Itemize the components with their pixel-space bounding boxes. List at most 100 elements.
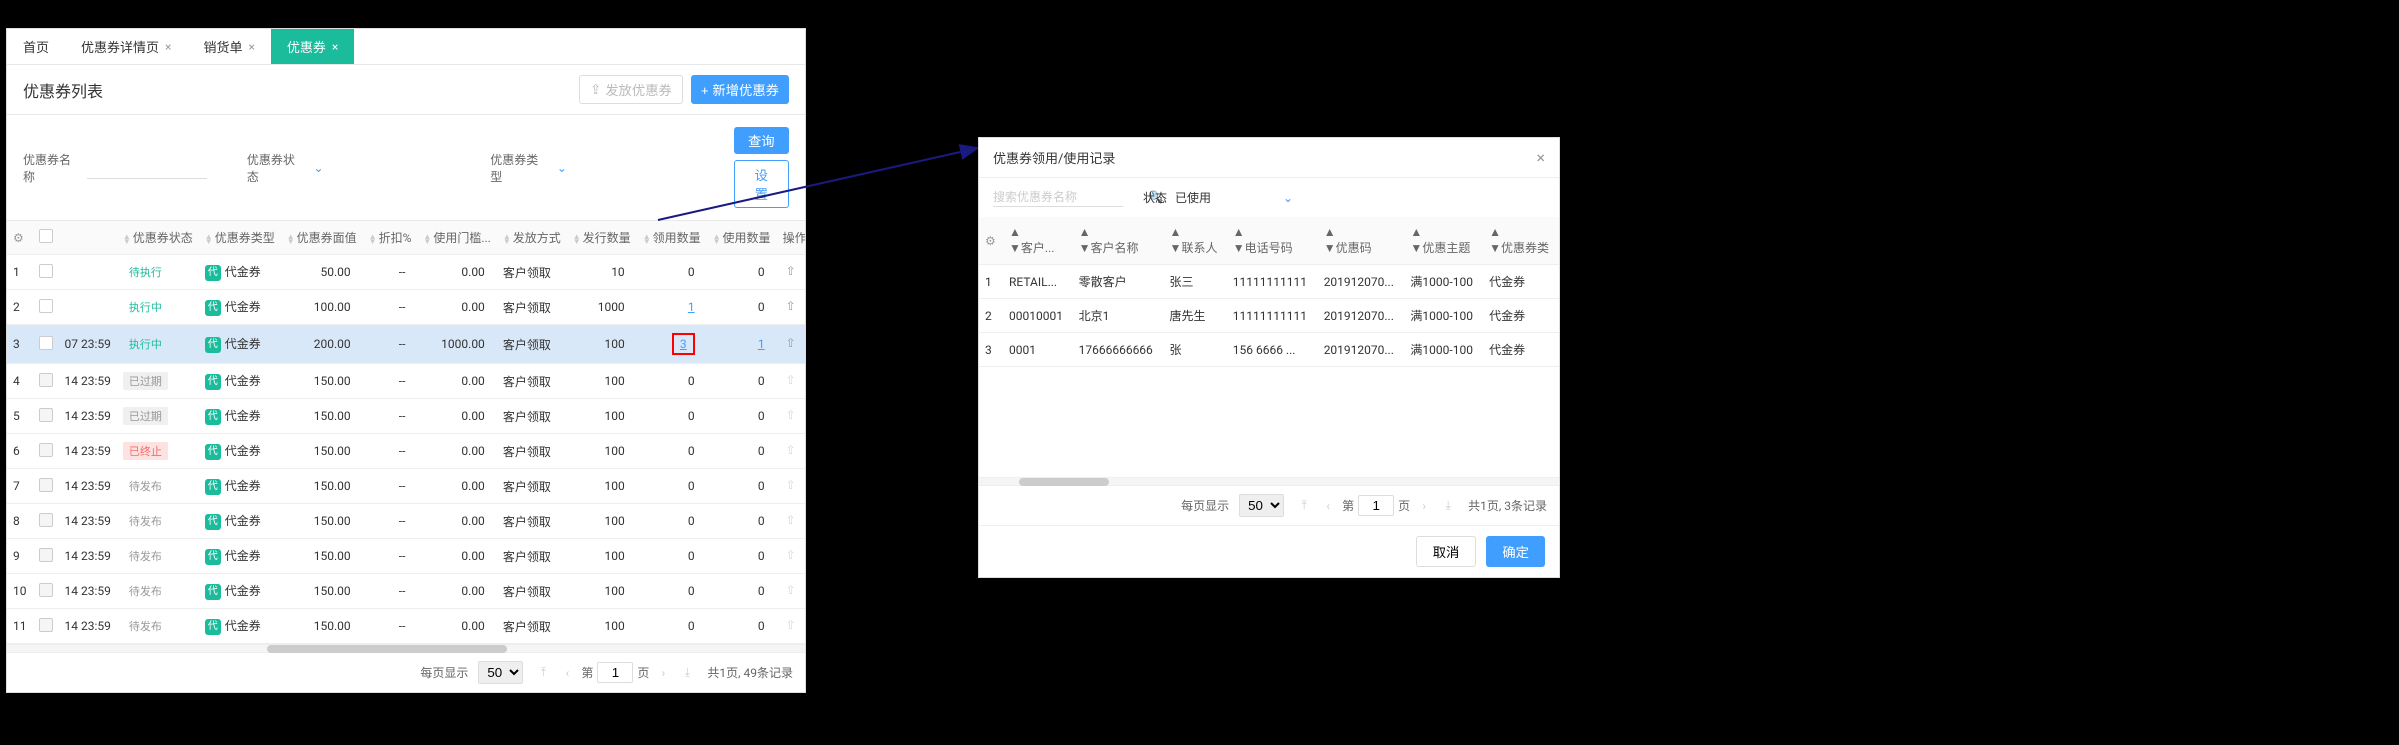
prev-page-button[interactable]: ‹ — [1318, 496, 1338, 516]
cell-type: 代代金券 — [199, 325, 281, 364]
table-row[interactable]: 8 14 23:59 待发布 代代金券 150.00 -- 0.00 客户领取 … — [7, 504, 805, 539]
row-checkbox[interactable] — [39, 299, 53, 313]
col-used[interactable]: ▲▼使用数量 — [707, 221, 777, 255]
col-coupon-code[interactable]: ▲▼优惠码 — [1318, 217, 1405, 265]
prev-page-button[interactable]: ‹ — [557, 663, 577, 683]
per-page-select[interactable]: 50 — [478, 661, 523, 684]
cell-checkbox — [33, 364, 59, 399]
col-threshold[interactable]: ▲▼使用门槛... — [417, 221, 496, 255]
table-row[interactable]: 3 0001 17666666666 张 156 6666 ... 201912… — [979, 333, 1559, 367]
col-customer-name[interactable]: ▲▼客户名称 — [1073, 217, 1164, 265]
coupon-name-input[interactable] — [87, 156, 207, 179]
close-icon[interactable]: × — [165, 40, 171, 54]
share-action-icon[interactable]: ⇧ — [786, 299, 802, 315]
table-row[interactable]: 2 00010001 北京1 唐先生 11111111111 201912070… — [979, 299, 1559, 333]
table-row[interactable]: 10 14 23:59 待发布 代代金券 150.00 -- 0.00 客户领取… — [7, 574, 805, 609]
table-row[interactable]: 1 RETAIL... 零散客户 张三 11111111111 20191207… — [979, 265, 1559, 299]
row-checkbox[interactable] — [39, 548, 53, 562]
chevron-down-icon[interactable]: ⌄ — [1283, 191, 1293, 205]
search-button[interactable]: 查询 — [734, 127, 789, 154]
row-checkbox[interactable] — [39, 264, 53, 278]
col-label: 客户名称 — [1091, 241, 1139, 255]
row-checkbox[interactable] — [39, 443, 53, 457]
first-page-button[interactable]: ⤒ — [533, 663, 553, 683]
col-received[interactable]: ▲▼领用数量 — [637, 221, 707, 255]
col-status[interactable]: ▲▼优惠券状态 — [117, 221, 199, 255]
share-action-icon[interactable]: ⇧ — [786, 264, 802, 280]
share-action-icon: ⇧ — [786, 478, 802, 494]
col-discount[interactable]: ▲▼折扣% — [363, 221, 418, 255]
col-gear[interactable]: ⚙ — [7, 221, 33, 255]
coupon-type-select[interactable]: ⌄ — [557, 157, 694, 179]
col-theme[interactable]: ▲▼优惠主题 — [1404, 217, 1483, 265]
col-phone[interactable]: ▲▼电话号码 — [1227, 217, 1318, 265]
col-time[interactable] — [59, 221, 117, 255]
row-checkbox[interactable] — [39, 583, 53, 597]
received-count-link[interactable]: 1 — [688, 300, 695, 314]
last-page-button[interactable]: ⤓ — [1438, 496, 1458, 516]
col-issue[interactable]: ▲▼发行数量 — [567, 221, 637, 255]
row-checkbox[interactable] — [39, 336, 53, 350]
table-row[interactable]: 6 14 23:59 已终止 代代金券 150.00 -- 0.00 客户领取 … — [7, 434, 805, 469]
row-checkbox[interactable] — [39, 478, 53, 492]
page-number-input[interactable] — [1358, 495, 1394, 516]
col-customer-code[interactable]: ▲▼客户... — [1003, 217, 1073, 265]
row-checkbox[interactable] — [39, 618, 53, 632]
table-row[interactable]: 7 14 23:59 待发布 代代金券 150.00 -- 0.00 客户领取 … — [7, 469, 805, 504]
table-row[interactable]: 5 14 23:59 已过期 代代金券 150.00 -- 0.00 客户领取 … — [7, 399, 805, 434]
col-face-value[interactable]: ▲▼优惠券面值 — [281, 221, 363, 255]
cell-discount: -- — [363, 609, 418, 644]
voucher-icon: 代 — [205, 549, 221, 565]
table-row[interactable]: 2 执行中 代代金券 100.00 -- 0.00 客户领取 1000 1 0 … — [7, 290, 805, 325]
cell-status: 待执行 — [117, 255, 199, 290]
tab-coupon[interactable]: 优惠券× — [271, 29, 354, 64]
table-row[interactable]: 1 待执行 代代金券 50.00 -- 0.00 客户领取 10 0 0 ⇧ ▦ — [7, 255, 805, 290]
cell-received: 0 — [637, 434, 707, 469]
per-page-select[interactable]: 50 — [1239, 494, 1284, 517]
table-row[interactable]: 4 14 23:59 已过期 代代金券 150.00 -- 0.00 客户领取 … — [7, 364, 805, 399]
close-icon[interactable]: × — [248, 40, 254, 54]
scrollbar-thumb[interactable] — [1019, 478, 1109, 486]
col-type[interactable]: ▲▼优惠券类型 — [199, 221, 281, 255]
cancel-button[interactable]: 取消 — [1416, 536, 1477, 567]
cell-received: 0 — [637, 364, 707, 399]
next-page-button[interactable]: › — [1414, 496, 1434, 516]
last-page-button[interactable]: ⤓ — [677, 663, 697, 683]
close-icon[interactable]: × — [1536, 148, 1545, 167]
next-page-button[interactable]: › — [653, 663, 673, 683]
coupon-search-input[interactable] — [993, 190, 1148, 204]
scrollbar-thumb[interactable] — [267, 645, 507, 653]
col-method[interactable]: ▲▼发放方式 — [497, 221, 567, 255]
table-row[interactable]: 9 14 23:59 待发布 代代金券 150.00 -- 0.00 客户领取 … — [7, 539, 805, 574]
row-checkbox[interactable] — [39, 513, 53, 527]
add-coupon-button[interactable]: + 新增优惠券 — [691, 75, 789, 104]
row-checkbox[interactable] — [39, 408, 53, 422]
confirm-button[interactable]: 确定 — [1486, 536, 1545, 567]
coupon-status-select[interactable]: ⌄ — [313, 157, 450, 179]
row-checkbox[interactable] — [39, 373, 53, 387]
horizontal-scrollbar[interactable] — [7, 644, 805, 652]
share-action-icon[interactable]: ⇧ — [786, 336, 802, 352]
horizontal-scrollbar[interactable] — [979, 477, 1559, 485]
received-count-highlighted[interactable]: 3 — [672, 333, 695, 355]
col-type[interactable]: ▲▼优惠券类 — [1483, 217, 1559, 265]
close-icon[interactable]: × — [332, 40, 338, 54]
checkbox-all[interactable] — [39, 229, 53, 243]
settings-button[interactable]: 设置 — [734, 160, 789, 208]
col-checkbox[interactable] — [33, 221, 59, 255]
status-value[interactable]: 已使用 — [1175, 189, 1211, 206]
cell-threshold: 0.00 — [417, 469, 496, 504]
col-gear[interactable]: ⚙ — [979, 217, 1003, 265]
col-label: 折扣% — [379, 231, 412, 245]
table-row[interactable]: 3 07 23:59 执行中 代代金券 200.00 -- 1000.00 客户… — [7, 325, 805, 364]
col-contact[interactable]: ▲▼联系人 — [1164, 217, 1227, 265]
cell-customer-name: 17666666666 — [1073, 333, 1164, 367]
cell-action: ⇧ ▦ — [777, 290, 805, 325]
tab-home[interactable]: 首页 — [7, 29, 65, 64]
table-row[interactable]: 11 14 23:59 待发布 代代金券 150.00 -- 0.00 客户领取… — [7, 609, 805, 644]
used-count-link[interactable]: 1 — [758, 337, 765, 351]
tab-coupon-detail[interactable]: 优惠券详情页× — [65, 29, 187, 64]
page-number-input[interactable] — [597, 662, 633, 683]
tab-sales-order[interactable]: 销货单× — [187, 29, 270, 64]
first-page-button[interactable]: ⤒ — [1294, 496, 1314, 516]
